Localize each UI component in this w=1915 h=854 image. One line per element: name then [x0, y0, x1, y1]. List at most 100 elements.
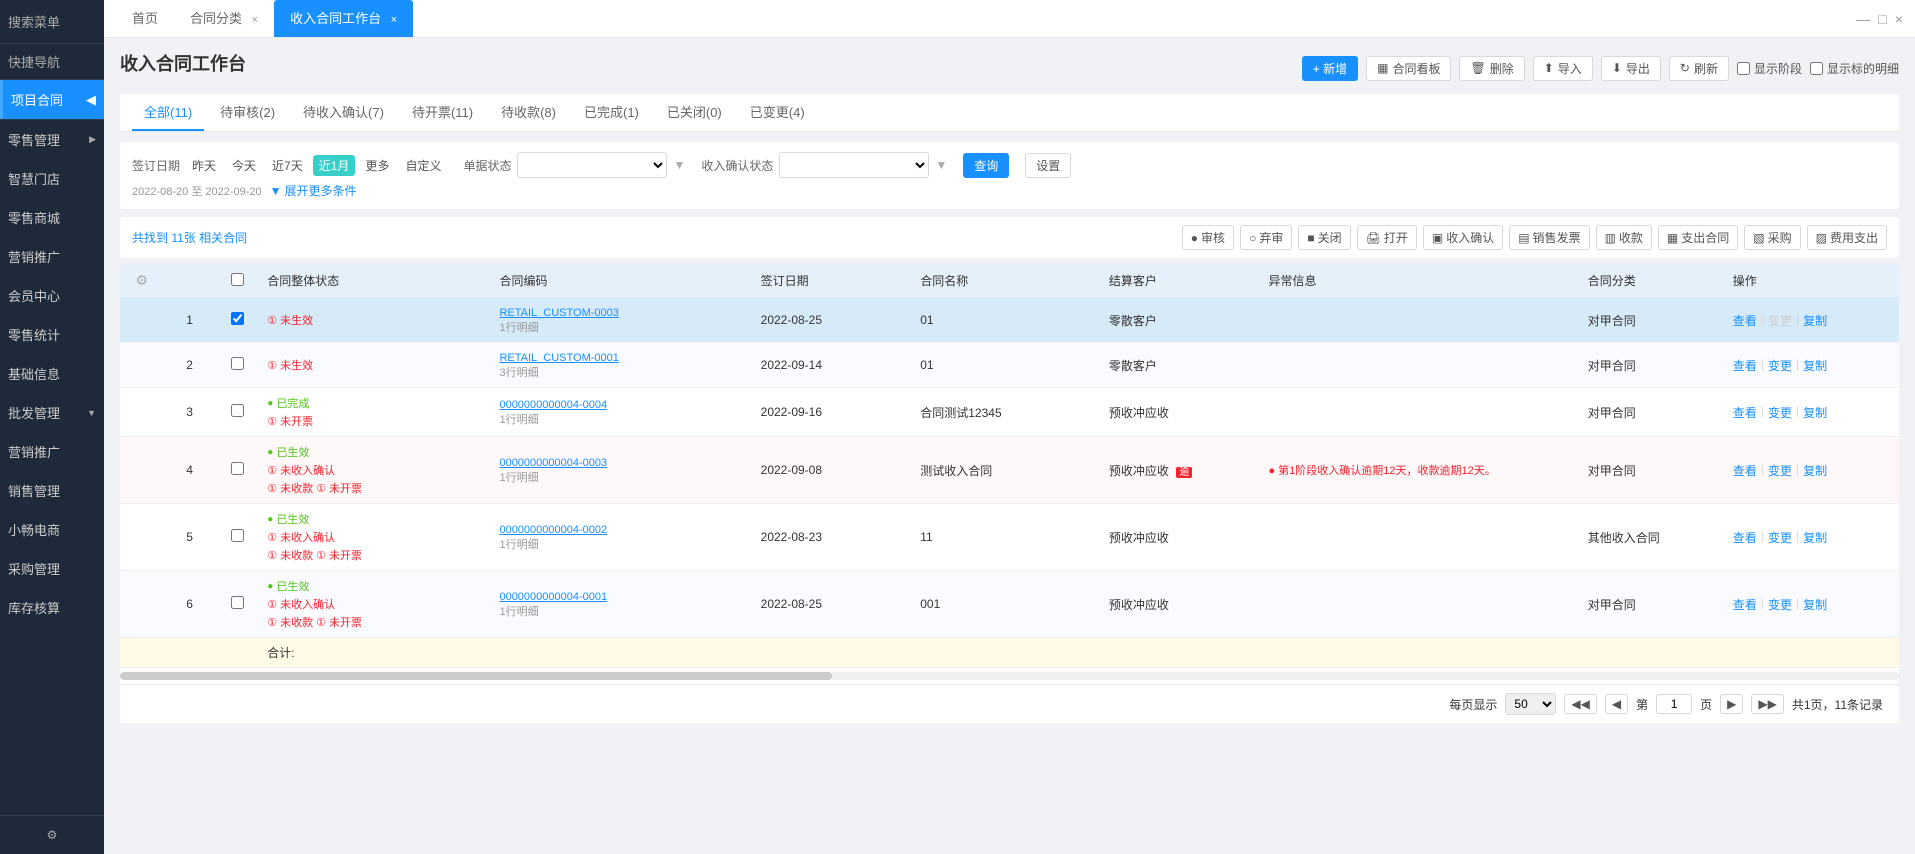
tab-income-workbench-close[interactable]: × [391, 14, 397, 26]
query-btn[interactable]: 查询 [963, 153, 1009, 178]
row1-code-link[interactable]: RETAIL_CUSTOM-0003 [499, 307, 618, 319]
date-btn-1month[interactable]: 近1月 [313, 155, 356, 176]
row4-copy-btn[interactable]: 复制 [1803, 462, 1827, 479]
tab-income-workbench[interactable]: 收入合同工作台 × [274, 0, 413, 37]
row2-view-btn[interactable]: 查看 [1733, 357, 1757, 374]
filter-tab-pending-income[interactable]: 待收入确认(7) [291, 94, 396, 131]
row5-copy-btn[interactable]: 复制 [1803, 529, 1827, 546]
sidebar-item-inventory[interactable]: 库存核算 [0, 588, 104, 627]
export-btn[interactable]: ⬇ 导出 [1601, 56, 1661, 81]
row5-change-btn[interactable]: 变更 [1768, 529, 1792, 546]
sidebar-item-purchase[interactable]: 采购管理 [0, 549, 104, 588]
row6-copy-btn[interactable]: 复制 [1803, 596, 1827, 613]
payment-btn[interactable]: ▥ 收款 [1596, 225, 1652, 250]
tab-home[interactable]: 首页 [116, 0, 174, 37]
print-btn[interactable]: 🖨 打开 [1357, 225, 1417, 250]
row2-check[interactable] [216, 343, 260, 388]
abandon-btn[interactable]: ○ 弃审 [1240, 225, 1292, 250]
filter-tab-changed[interactable]: 已变更(4) [738, 94, 817, 131]
per-page-select[interactable]: 20 50 100 [1505, 693, 1556, 715]
row1-copy-btn[interactable]: 复制 [1803, 312, 1827, 329]
row4-change-btn[interactable]: 变更 [1768, 462, 1792, 479]
page-input[interactable] [1656, 694, 1692, 714]
sidebar-search[interactable]: 搜索菜单 [0, 0, 104, 44]
sidebar-item-wholesale[interactable]: 批发管理 [0, 393, 104, 432]
date-btn-today[interactable]: 今天 [226, 155, 262, 176]
date-btn-7days[interactable]: 近7天 [266, 155, 309, 176]
table-settings-icon[interactable]: ⚙ [135, 272, 148, 288]
show-fields-checkbox[interactable]: 显示阶段 [1737, 60, 1802, 77]
sidebar-item-marketing2[interactable]: 营销推广 [0, 432, 104, 471]
filter-tab-pending-invoice[interactable]: 待开票(11) [400, 94, 485, 131]
row4-code-link[interactable]: 0000000000004-0003 [499, 457, 607, 469]
purchase-btn[interactable]: ▧ 采购 [1744, 225, 1800, 250]
maximize-icon[interactable]: □ [1878, 11, 1886, 27]
expand-conditions-btn[interactable]: ▼ 展开更多条件 [270, 182, 357, 199]
horizontal-scrollbar[interactable] [120, 672, 1899, 680]
filter-tab-closed[interactable]: 已关闭(0) [655, 94, 734, 131]
date-btn-yesterday[interactable]: 昨天 [186, 155, 222, 176]
date-btn-more[interactable]: 更多 [359, 155, 395, 176]
sidebar-item-xiaochu[interactable]: 小畅电商 [0, 510, 104, 549]
settings-btn[interactable]: 设置 [1025, 153, 1071, 178]
row6-change-btn[interactable]: 变更 [1768, 596, 1792, 613]
sidebar-settings-btn[interactable]: ⚙ [0, 815, 104, 854]
review-btn[interactable]: ● 审核 [1182, 225, 1234, 250]
next-page-btn[interactable]: ▶ [1720, 694, 1743, 714]
fee-out-btn[interactable]: ▨ 费用支出 [1807, 225, 1887, 250]
row6-code-link[interactable]: 0000000000004-0001 [499, 591, 607, 603]
sidebar-item-project[interactable]: 项目合同 ◀ [0, 80, 104, 119]
row3-change-btn[interactable]: 变更 [1768, 404, 1792, 421]
row6-check[interactable] [216, 571, 260, 638]
close-contract-btn[interactable]: ■ 关闭 [1298, 225, 1350, 250]
income-confirm-select[interactable] [779, 152, 929, 178]
sidebar-item-marketing[interactable]: 营销推广 [0, 237, 104, 276]
sidebar-item-smart-store[interactable]: 智慧门店 [0, 159, 104, 198]
filter-tab-completed[interactable]: 已完成(1) [572, 94, 651, 131]
sales-invoice-btn[interactable]: ▤ 销售发票 [1509, 225, 1589, 250]
date-btn-custom[interactable]: 自定义 [399, 155, 447, 176]
sidebar-item-retail[interactable]: 零售管理 [0, 120, 104, 159]
select-all-checkbox[interactable] [231, 273, 244, 286]
prev-page-btn[interactable]: ◀ [1605, 694, 1628, 714]
row2-copy-btn[interactable]: 复制 [1803, 357, 1827, 374]
filter-tab-pending-review[interactable]: 待审核(2) [208, 94, 287, 131]
row3-code-link[interactable]: 0000000000004-0004 [499, 399, 607, 411]
doc-status-select[interactable] [517, 152, 667, 178]
row3-view-btn[interactable]: 查看 [1733, 404, 1757, 421]
row6-view-btn[interactable]: 查看 [1733, 596, 1757, 613]
row1-check[interactable] [216, 298, 260, 343]
refresh-btn[interactable]: ↻ 刷新 [1669, 56, 1729, 81]
show-detail-checkbox[interactable]: 显示标的明细 [1810, 60, 1899, 77]
row5-check[interactable] [216, 504, 260, 571]
minimize-icon[interactable]: — [1856, 11, 1870, 27]
row4-view-btn[interactable]: 查看 [1733, 462, 1757, 479]
last-page-btn[interactable]: ▶▶ [1751, 694, 1783, 714]
row5-code-link[interactable]: 0000000000004-0002 [499, 524, 607, 536]
tab-contract-cat-close[interactable]: × [252, 14, 258, 26]
sidebar-item-base-info[interactable]: 基础信息 [0, 354, 104, 393]
row2-change-btn[interactable]: 变更 [1768, 357, 1792, 374]
sidebar-item-retail-mall[interactable]: 零售商城 [0, 198, 104, 237]
row2-code-link[interactable]: RETAIL_CUSTOM-0001 [499, 352, 618, 364]
row4-check[interactable] [216, 437, 260, 504]
import-btn[interactable]: ⬆ 导入 [1533, 56, 1593, 81]
row5-view-btn[interactable]: 查看 [1733, 529, 1757, 546]
row3-copy-btn[interactable]: 复制 [1803, 404, 1827, 421]
income-confirm-btn[interactable]: ▣ 收入确认 [1423, 225, 1503, 250]
sidebar-item-member[interactable]: 会员中心 [0, 276, 104, 315]
row3-check[interactable] [216, 388, 260, 437]
filter-tab-pending-payment[interactable]: 待收款(8) [489, 94, 568, 131]
new-contract-btn[interactable]: + 新增 [1302, 56, 1358, 81]
sidebar-item-sales[interactable]: 销售管理 [0, 471, 104, 510]
row1-view-btn[interactable]: 查看 [1733, 312, 1757, 329]
contract-kanban-btn[interactable]: ▦ 合同看板 [1366, 56, 1451, 81]
out-contract-btn[interactable]: ▦ 支出合同 [1658, 225, 1738, 250]
filter-tab-all[interactable]: 全部(11) [132, 94, 204, 131]
first-page-btn[interactable]: ◀◀ [1564, 694, 1596, 714]
close-icon[interactable]: × [1895, 11, 1903, 27]
sidebar-item-retail-stat[interactable]: 零售统计 [0, 315, 104, 354]
tab-contract-cat[interactable]: 合同分类 × [174, 0, 274, 37]
delete-btn[interactable]: 🗑 删除 [1459, 56, 1524, 81]
sidebar-nav[interactable]: 快捷导航 [0, 44, 104, 80]
